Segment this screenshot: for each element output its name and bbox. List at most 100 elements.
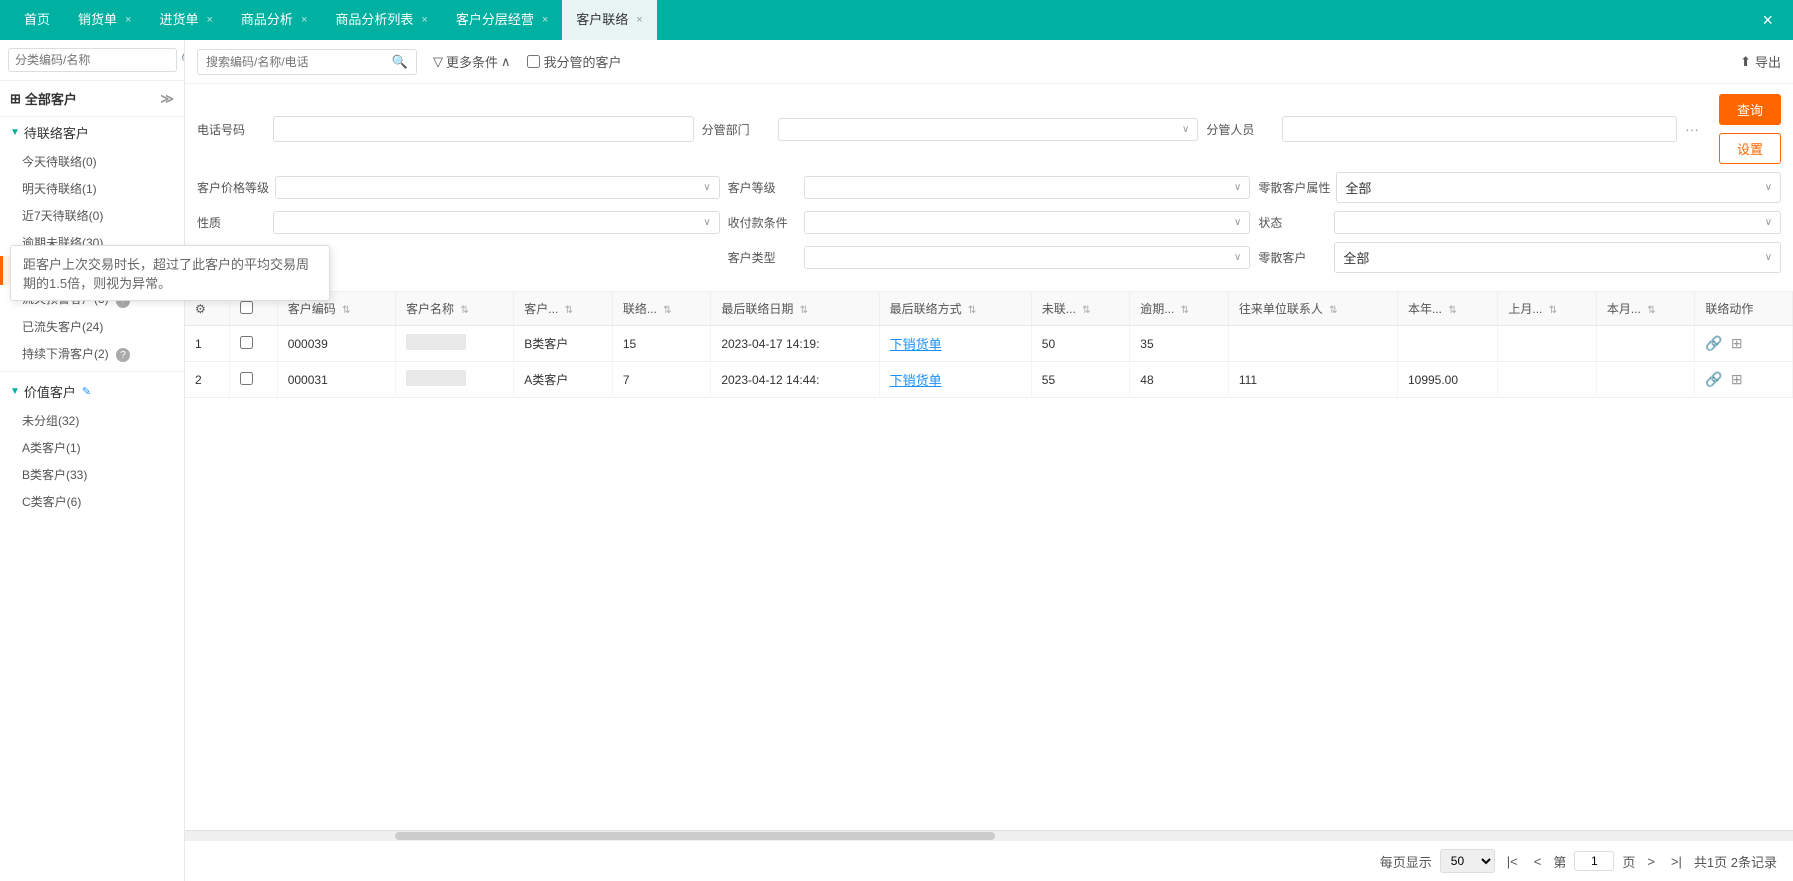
edit-value-group-btn[interactable]: ✎ [82,385,91,398]
cell-last-contact-method[interactable]: 下销货单 [879,326,1031,362]
cell-seq: 1 [185,326,229,362]
sidebar-item-churned[interactable]: 已流失客户(24) [0,313,184,340]
chevron-price-level: ∨ [703,182,710,193]
sort-icon-year[interactable]: ⇅ [1448,305,1456,316]
dept-select[interactable]: ∨ [778,118,1199,141]
nav-sales-order[interactable]: 销货单 × [64,0,145,40]
close-customer-contact[interactable]: × [636,0,642,40]
next-page-btn[interactable]: > [1643,852,1659,871]
cell-checkbox[interactable] [229,326,277,362]
nav-product-analysis-list[interactable]: 商品分析列表 × [321,0,441,40]
cell-checkbox[interactable] [229,362,277,398]
sort-icon-overdue[interactable]: ⇅ [1181,305,1189,316]
close-purchase-order[interactable]: × [206,0,212,40]
per-page-select[interactable]: 50 100 200 [1440,849,1495,873]
my-customers-checkbox-label[interactable]: 我分管的客户 [527,52,622,71]
price-level-select[interactable]: ∨ [275,176,720,199]
sidebar-group-pending[interactable]: ▼ 待联络客户 [0,117,184,148]
main-search-icon[interactable]: 🔍 [392,54,408,70]
sort-icon-type[interactable]: ⇅ [565,305,573,316]
cell-customer-type: A类客户 [514,362,613,398]
query-btn[interactable]: 查询 [1719,94,1781,125]
retail-customer-select[interactable]: 全部 ∨ [1334,242,1781,273]
nav-product-analysis[interactable]: 商品分析 × [227,0,321,40]
sort-icon-unlink[interactable]: ⇅ [1082,305,1090,316]
filter-payment: 收付款条件 ∨ [728,211,1251,234]
settings-btn[interactable]: 设置 [1719,133,1781,164]
sort-icon-code[interactable]: ⇅ [342,305,350,316]
last-page-btn[interactable]: >| [1667,852,1686,871]
help-icon-declining[interactable]: ? [116,348,130,362]
sidebar-all-customers[interactable]: ⊞ 全部客户 ≫ [0,81,184,117]
close-product-analysis[interactable]: × [301,0,307,40]
main-search-input[interactable] [206,55,392,69]
select-all-checkbox[interactable] [240,301,253,314]
nav-customer-contact[interactable]: 客户联络 × [562,0,656,40]
sidebar-item-class-b[interactable]: B类客户(33) [0,461,184,488]
retail-attr-select[interactable]: 全部 ∨ [1336,172,1781,203]
sort-icon-date[interactable]: ⇅ [800,305,808,316]
status-select[interactable]: ∨ [1334,211,1781,234]
close-sales-order[interactable]: × [125,0,131,40]
row-checkbox[interactable] [240,336,253,349]
payment-select[interactable]: ∨ [804,211,1251,234]
sort-icon-this-month[interactable]: ⇅ [1647,305,1655,316]
sort-icon-method[interactable]: ⇅ [968,305,976,316]
close-product-analysis-list[interactable]: × [421,0,427,40]
table-footer: 每页显示 50 100 200 |< < 第 页 > >| 共1页 2条记录 [185,840,1793,881]
nature-select[interactable]: ∨ [273,211,720,234]
export-btn[interactable]: ⬆ 导出 [1740,52,1781,71]
action-grid-icon[interactable]: ⊞ [1731,371,1743,388]
customer-level-select[interactable]: ∨ [804,176,1251,199]
sort-icon-contact[interactable]: ⇅ [663,305,671,316]
sidebar-group-value[interactable]: ▼ 价值客户 ✎ [0,376,184,407]
th-this-year: 本年... ⇅ [1397,292,1497,326]
filter-customer-level: 客户等级 ∨ [728,176,1251,199]
cell-name [396,362,514,398]
first-page-btn[interactable]: |< [1503,852,1522,871]
more-filters-btn[interactable]: ▽ 更多条件 ∧ [425,48,519,75]
sidebar-search-input[interactable] [8,48,177,72]
th-this-month: 本月... ⇅ [1596,292,1695,326]
action-link-icon[interactable]: 🔗 [1705,335,1722,352]
sidebar-item-ungroup[interactable]: 未分组(32) [0,407,184,434]
sidebar-item-declining[interactable]: 持续下滑客户(2) ? [0,340,184,368]
nav-purchase-order[interactable]: 进货单 × [145,0,226,40]
th-last-contact-date: 最后联络日期 ⇅ [711,292,879,326]
my-customers-checkbox[interactable] [527,55,540,68]
customer-type-select[interactable]: ∨ [804,246,1251,269]
last-contact-link[interactable]: 下销货单 [890,337,942,352]
row-checkbox[interactable] [240,372,253,385]
window-close-button[interactable]: × [1752,10,1783,31]
triangle-down-icon-2: ▼ [10,386,20,397]
sort-icon-person[interactable]: ⇅ [1329,305,1337,316]
sidebar-item-tomorrow-pending[interactable]: 明天待联络(1) [0,175,184,202]
prev-page-btn[interactable]: < [1530,852,1546,871]
last-contact-link[interactable]: 下销货单 [890,373,942,388]
sidebar-collapse-btn[interactable]: ≫ [160,91,174,107]
page-number-input[interactable] [1574,851,1614,871]
close-customer-tier[interactable]: × [542,0,548,40]
sidebar-item-class-c[interactable]: C类客户(6) [0,488,184,515]
nav-home[interactable]: 首页 [10,0,64,40]
phone-input[interactable] [273,116,694,142]
sort-icon-last-month[interactable]: ⇅ [1549,305,1557,316]
scrollbar-thumb[interactable] [395,832,995,840]
filter-row-2: 客户价格等级 ∨ 客户等级 ∨ 零散客户属性 全部 [197,172,1781,203]
th-actions: 联络动作 [1695,292,1793,326]
sidebar-item-today-pending[interactable]: 今天待联络(0) [0,148,184,175]
action-link-icon[interactable]: 🔗 [1705,371,1722,388]
cell-this-year: 10995.00 [1397,362,1497,398]
horizontal-scrollbar[interactable] [185,830,1793,840]
th-last-month: 上月... ⇅ [1498,292,1597,326]
filter-row-3: 性质 ∨ 收付款条件 ∨ 状态 [197,211,1781,234]
sort-icon-name[interactable]: ⇅ [460,305,468,316]
sidebar-item-class-a[interactable]: A类客户(1) [0,434,184,461]
action-grid-icon[interactable]: ⊞ [1731,335,1743,352]
nav-customer-tier[interactable]: 客户分层经营 × [442,0,562,40]
manager-input[interactable] [1282,116,1677,142]
search-wrapper: 🔍 [197,49,417,75]
sidebar-item-7days-pending[interactable]: 近7天待联络(0) [0,202,184,229]
manager-dots-btn[interactable]: ··· [1681,121,1703,137]
cell-last-contact-method[interactable]: 下销货单 [879,362,1031,398]
